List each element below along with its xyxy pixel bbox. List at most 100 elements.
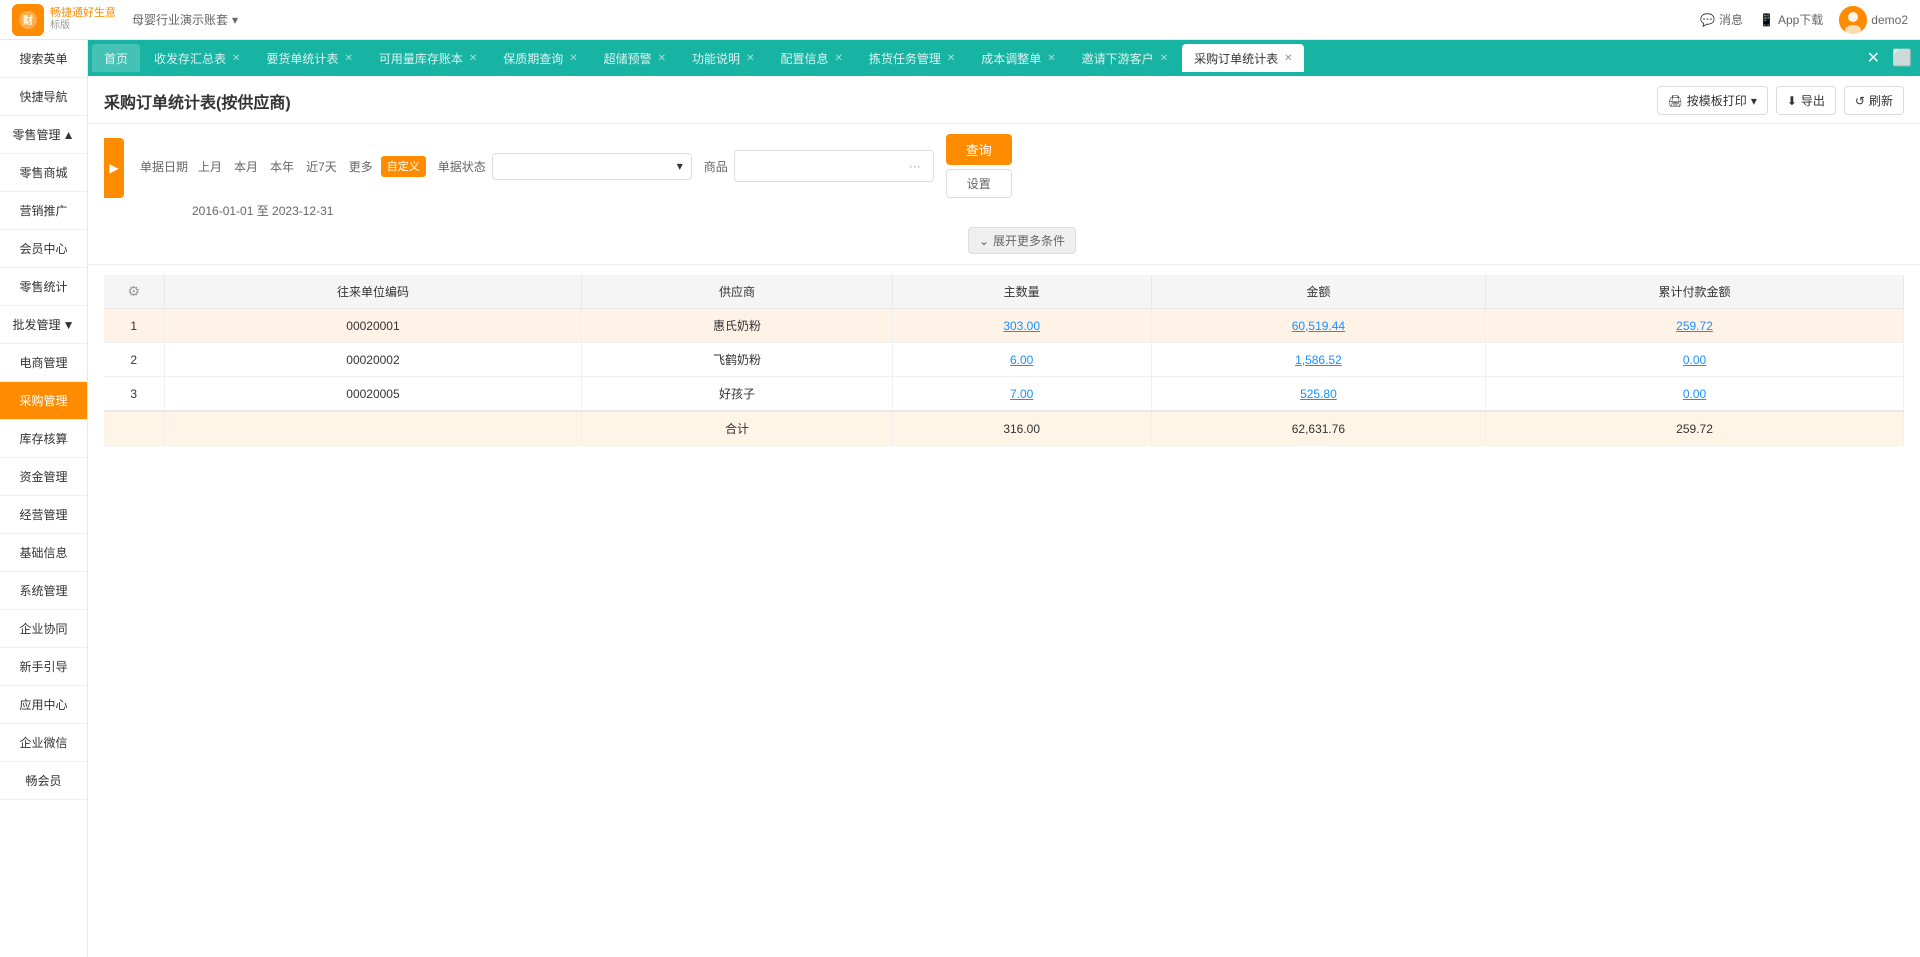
qty-link[interactable]: 6.00 bbox=[1010, 353, 1033, 367]
close-icon[interactable]: ✕ bbox=[834, 53, 842, 64]
sidebar-label: 营销推广 bbox=[4, 202, 83, 219]
tab-label: 超储预警 bbox=[604, 50, 652, 67]
close-icon[interactable]: ✕ bbox=[344, 53, 352, 64]
tab-pickingtask[interactable]: 拣货任务管理 ✕ bbox=[857, 44, 967, 72]
shortcut-last-month[interactable]: 上月 bbox=[194, 156, 226, 177]
sidebar-item-basicinfo[interactable]: 基础信息 bbox=[0, 534, 87, 572]
sidebar-label: 应用中心 bbox=[4, 696, 83, 713]
amount-link[interactable]: 1,586.52 bbox=[1295, 353, 1342, 367]
close-icon[interactable]: ✕ bbox=[1284, 53, 1292, 64]
close-all-tabs-button[interactable]: ✕ bbox=[1863, 46, 1884, 70]
sidebar-item-sysmanage[interactable]: 系统管理 bbox=[0, 572, 87, 610]
maximize-button[interactable]: ⬜ bbox=[1888, 46, 1916, 70]
sidebar-item-retail[interactable]: 零售管理 ▲ bbox=[0, 116, 87, 154]
table-header: ⚙ 往来单位编码 供应商 主数量 金额 累计付款金额 bbox=[104, 275, 1904, 309]
shortcut-this-year[interactable]: 本年 bbox=[266, 156, 298, 177]
refresh-button[interactable]: ↺ 刷新 bbox=[1844, 86, 1904, 115]
tab-invitedownstream[interactable]: 邀请下游客户 ✕ bbox=[1070, 44, 1180, 72]
close-icon[interactable]: ✕ bbox=[746, 53, 754, 64]
cell-no: 2 bbox=[104, 343, 164, 377]
shortcut-more[interactable]: 更多 bbox=[345, 156, 377, 177]
expand-more-button[interactable]: ⌄ 展开更多条件 bbox=[968, 227, 1076, 254]
footer-total-label: 合计 bbox=[582, 411, 892, 446]
sidebar-label: 会员中心 bbox=[4, 240, 83, 257]
arrow-down-icon: ▼ bbox=[63, 318, 75, 332]
close-icon[interactable]: ✕ bbox=[947, 53, 955, 64]
sidebar-item-appcenter[interactable]: 应用中心 bbox=[0, 686, 87, 724]
status-select[interactable]: ▾ bbox=[492, 153, 692, 180]
print-icon: 🖨 bbox=[1668, 94, 1683, 108]
tab-label: 功能说明 bbox=[692, 50, 740, 67]
settings-button[interactable]: 设置 bbox=[946, 169, 1012, 198]
sidebar-item-finance[interactable]: 资金管理 bbox=[0, 458, 87, 496]
tab-receivepay[interactable]: 收发存汇总表 ✕ bbox=[142, 44, 252, 72]
collapse-button[interactable]: ▶ bbox=[104, 138, 124, 198]
tab-requisition[interactable]: 要货单统计表 ✕ bbox=[254, 44, 364, 72]
paid-link[interactable]: 0.00 bbox=[1683, 387, 1706, 401]
page-header-actions: 🖨 按模板打印 ▾ ⬇ 导出 ↺ 刷新 bbox=[1657, 86, 1904, 115]
sidebar-item-quicknav[interactable]: 快捷导航 bbox=[0, 78, 87, 116]
tab-overstock[interactable]: 超储预警 ✕ bbox=[592, 44, 678, 72]
close-icon[interactable]: ✕ bbox=[469, 53, 477, 64]
sidebar-item-wechat[interactable]: 企业微信 bbox=[0, 724, 87, 762]
footer-empty bbox=[104, 411, 164, 446]
amount-link[interactable]: 525.80 bbox=[1300, 387, 1337, 401]
workspace-selector[interactable]: 母婴行业演示账套 ▾ bbox=[124, 11, 246, 28]
print-button[interactable]: 🖨 按模板打印 ▾ bbox=[1657, 86, 1768, 115]
export-button[interactable]: ⬇ 导出 bbox=[1776, 86, 1836, 115]
user-area[interactable]: demo2 bbox=[1839, 6, 1908, 34]
tab-bar: 首页 收发存汇总表 ✕ 要货单统计表 ✕ 可用量库存账本 ✕ 保质期查询 ✕ 超… bbox=[88, 40, 1920, 76]
close-icon[interactable]: ✕ bbox=[232, 53, 240, 64]
sidebar-item-retail-shop[interactable]: 零售商城 bbox=[0, 154, 87, 192]
ellipsis-button[interactable]: ··· bbox=[905, 155, 925, 177]
sidebar-item-member[interactable]: 会员中心 bbox=[0, 230, 87, 268]
chevron-down-icon: ▾ bbox=[677, 159, 683, 173]
sidebar-item-operations[interactable]: 经营管理 bbox=[0, 496, 87, 534]
table-row: 3 00020005 好孩子 7.00 525.80 0.00 bbox=[104, 377, 1904, 412]
tab-home[interactable]: 首页 bbox=[92, 44, 140, 72]
sidebar-item-marketing[interactable]: 营销推广 bbox=[0, 192, 87, 230]
col-paid: 累计付款金额 bbox=[1486, 275, 1904, 309]
close-icon[interactable]: ✕ bbox=[569, 53, 577, 64]
tab-purchasestat[interactable]: 采购订单统计表 ✕ bbox=[1182, 44, 1304, 72]
user-avatar bbox=[1839, 6, 1867, 34]
sidebar-item-enterprise[interactable]: 企业协同 bbox=[0, 610, 87, 648]
goods-filter: 商品 ··· bbox=[704, 150, 934, 182]
sidebar-item-vip[interactable]: 畅会员 bbox=[0, 762, 87, 800]
username-label: demo2 bbox=[1871, 13, 1908, 27]
close-icon[interactable]: ✕ bbox=[1160, 53, 1168, 64]
cell-paid: 259.72 bbox=[1486, 309, 1904, 343]
sidebar-item-ecommerce[interactable]: 电商管理 bbox=[0, 344, 87, 382]
status-filter: 单据状态 ▾ bbox=[438, 153, 692, 180]
qty-link[interactable]: 303.00 bbox=[1003, 319, 1040, 333]
tab-label: 邀请下游客户 bbox=[1082, 50, 1154, 67]
sidebar-item-retail-stats[interactable]: 零售统计 bbox=[0, 268, 87, 306]
qty-link[interactable]: 7.00 bbox=[1010, 387, 1033, 401]
page-header: 采购订单统计表(按供应商) 🖨 按模板打印 ▾ ⬇ 导出 ↺ 刷新 bbox=[88, 76, 1920, 124]
tab-expiry[interactable]: 保质期查询 ✕ bbox=[491, 44, 589, 72]
tab-config[interactable]: 配置信息 ✕ bbox=[768, 44, 854, 72]
sidebar-item-wholesale[interactable]: 批发管理 ▼ bbox=[0, 306, 87, 344]
sidebar-item-newguide[interactable]: 新手引导 bbox=[0, 648, 87, 686]
query-button[interactable]: 查询 bbox=[946, 134, 1012, 165]
paid-link[interactable]: 259.72 bbox=[1676, 319, 1713, 333]
sidebar-item-search[interactable]: 搜索英单 bbox=[0, 40, 87, 78]
sidebar-label: 基础信息 bbox=[4, 544, 83, 561]
app-download-action[interactable]: 📱 App下载 bbox=[1759, 11, 1823, 28]
date-range-display: 2016-01-01 至 2023-12-31 bbox=[192, 202, 1904, 219]
sidebar-item-purchase[interactable]: 采购管理 bbox=[0, 382, 87, 420]
sidebar-label: 电商管理 bbox=[4, 354, 83, 371]
close-icon[interactable]: ✕ bbox=[1047, 53, 1055, 64]
message-action[interactable]: 💬 消息 bbox=[1700, 11, 1743, 28]
tab-costadjust[interactable]: 成本调整单 ✕ bbox=[969, 44, 1067, 72]
shortcut-7days[interactable]: 近7天 bbox=[302, 156, 341, 177]
tab-availstock[interactable]: 可用量库存账本 ✕ bbox=[367, 44, 489, 72]
tab-funchelp[interactable]: 功能说明 ✕ bbox=[680, 44, 766, 72]
settings-icon[interactable]: ⚙ bbox=[127, 283, 140, 299]
custom-date-tag[interactable]: 自定义 bbox=[381, 156, 426, 177]
shortcut-this-month[interactable]: 本月 bbox=[230, 156, 262, 177]
sidebar-item-inventory[interactable]: 库存核算 bbox=[0, 420, 87, 458]
close-icon[interactable]: ✕ bbox=[658, 53, 666, 64]
amount-link[interactable]: 60,519.44 bbox=[1292, 319, 1345, 333]
paid-link[interactable]: 0.00 bbox=[1683, 353, 1706, 367]
